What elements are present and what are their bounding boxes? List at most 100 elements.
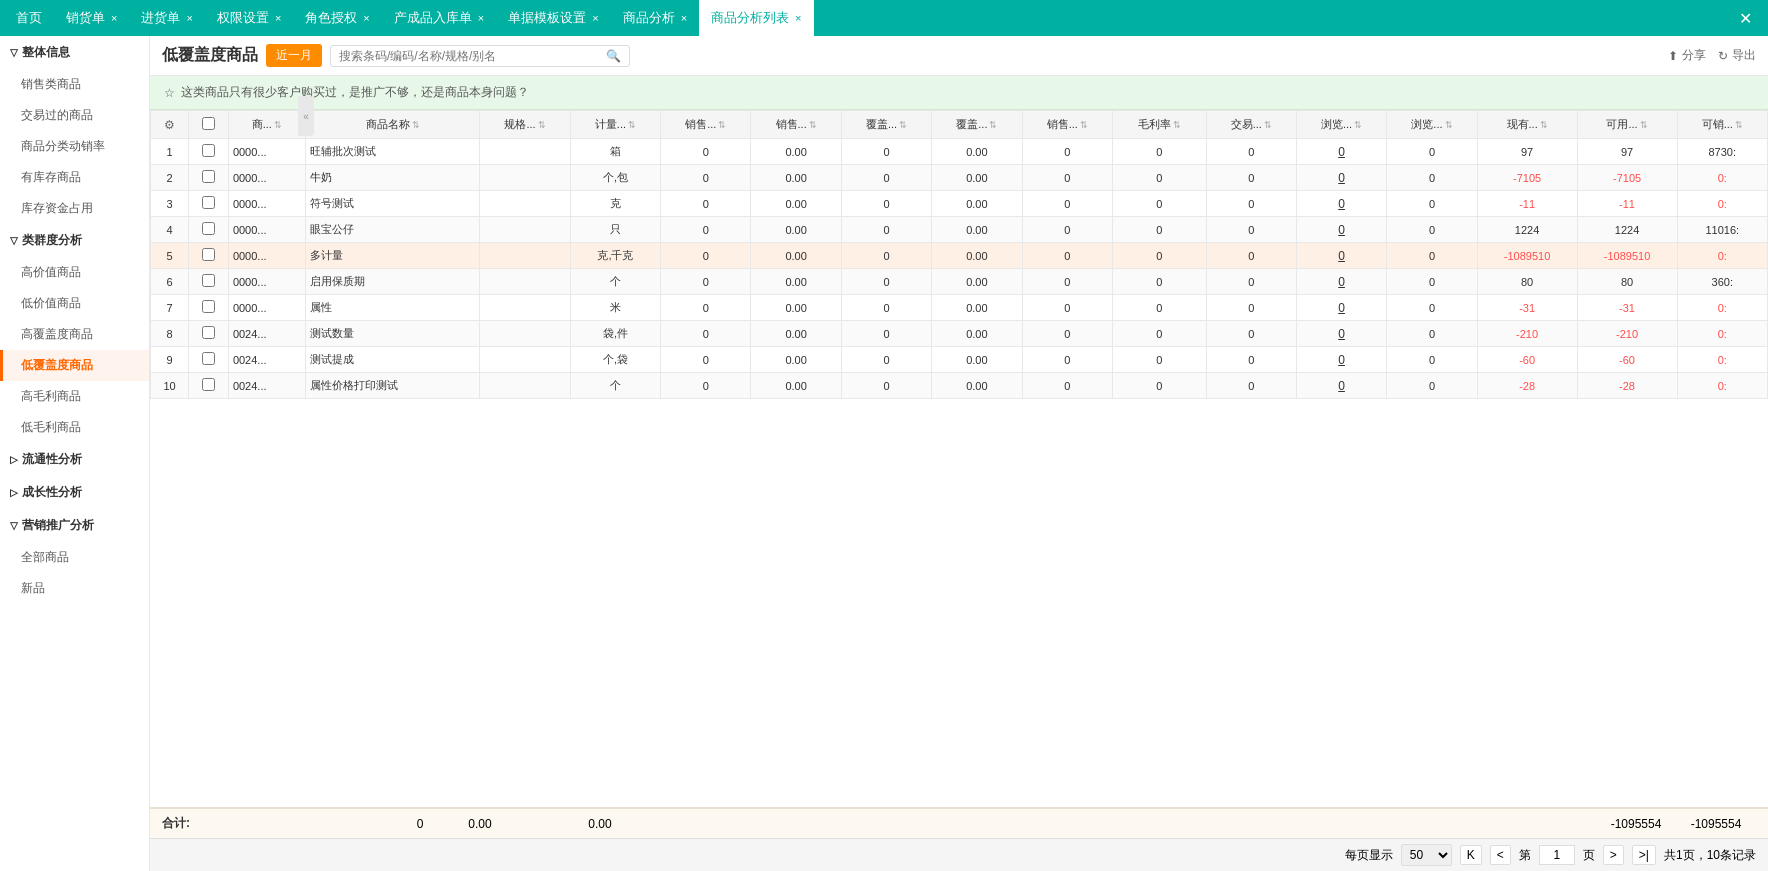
row-browse1[interactable]: 0	[1296, 321, 1386, 347]
sidebar-section-circulation[interactable]: ▷ 流通性分析	[0, 443, 149, 476]
row-sales-amt: 0.00	[751, 295, 841, 321]
search-icon[interactable]: 🔍	[606, 49, 621, 63]
row-checkbox[interactable]	[189, 373, 229, 399]
row-gross-margin: 0	[1112, 217, 1206, 243]
row-available: 80	[1577, 269, 1677, 295]
row-browse1[interactable]: 0	[1296, 295, 1386, 321]
close-icon[interactable]: ×	[111, 12, 117, 24]
select-all-checkbox[interactable]	[202, 117, 215, 130]
close-icon[interactable]: ×	[795, 12, 801, 24]
share-button[interactable]: ⬆ 分享	[1668, 47, 1706, 64]
row-name: 旺辅批次测试	[305, 139, 480, 165]
row-available: -7105	[1577, 165, 1677, 191]
row-checkbox[interactable]	[189, 321, 229, 347]
nav-tab-analysis-list[interactable]: 商品分析列表 ×	[699, 0, 813, 36]
row-gross-margin: 0	[1112, 269, 1206, 295]
export-label: 导出	[1732, 47, 1756, 64]
total-current-stock: -1095554	[1596, 817, 1676, 831]
row-coverage1: 0	[841, 165, 931, 191]
sidebar-item-high-value[interactable]: 高价值商品	[0, 257, 149, 288]
row-browse1[interactable]: 0	[1296, 191, 1386, 217]
row-sales-amt: 0.00	[751, 165, 841, 191]
row-checkbox[interactable]	[189, 165, 229, 191]
row-unit: 只	[570, 217, 660, 243]
nav-tab-template[interactable]: 单据模板设置 ×	[496, 0, 610, 36]
row-browse1[interactable]: 0	[1296, 165, 1386, 191]
row-checkbox[interactable]	[189, 269, 229, 295]
window-close-button[interactable]: ✕	[1727, 9, 1764, 28]
sidebar-item-high-profit[interactable]: 高毛利商品	[0, 381, 149, 412]
sidebar-item-all-goods[interactable]: 全部商品	[0, 542, 149, 573]
row-checkbox[interactable]	[189, 217, 229, 243]
nav-tab-sales[interactable]: 销货单 ×	[54, 0, 129, 36]
sidebar-collapse-button[interactable]: «	[298, 96, 314, 136]
period-button[interactable]: 近一月	[266, 44, 322, 67]
page-input[interactable]	[1539, 845, 1575, 865]
row-browse1[interactable]: 0	[1296, 139, 1386, 165]
sidebar-item-low-coverage[interactable]: 低覆盖度商品	[0, 350, 149, 381]
row-transaction: 0	[1206, 269, 1296, 295]
last-page-button[interactable]: >|	[1632, 845, 1656, 865]
close-icon[interactable]: ×	[681, 12, 687, 24]
row-transaction: 0	[1206, 165, 1296, 191]
sidebar-item-stock-capital[interactable]: 库存资金占用	[0, 193, 149, 224]
row-checkbox[interactable]	[189, 295, 229, 321]
close-icon[interactable]: ×	[363, 12, 369, 24]
row-spec	[480, 217, 570, 243]
nav-tab-role[interactable]: 角色授权 ×	[293, 0, 381, 36]
row-unit: 米	[570, 295, 660, 321]
row-browse1[interactable]: 0	[1296, 243, 1386, 269]
close-icon[interactable]: ×	[478, 12, 484, 24]
close-icon[interactable]: ×	[275, 12, 281, 24]
row-gross-margin: 0	[1112, 191, 1206, 217]
th-settings[interactable]: ⚙	[151, 111, 189, 139]
row-coverage2: 0.00	[932, 243, 1022, 269]
sidebar-item-low-profit[interactable]: 低毛利商品	[0, 412, 149, 443]
close-icon[interactable]: ×	[186, 12, 192, 24]
row-checkbox[interactable]	[189, 191, 229, 217]
sidebar-section-marketing[interactable]: ▽ 营销推广分析	[0, 509, 149, 542]
sidebar-section-cluster[interactable]: ▽ 类群度分析	[0, 224, 149, 257]
row-browse1[interactable]: 0	[1296, 347, 1386, 373]
close-icon[interactable]: ×	[592, 12, 598, 24]
row-current-stock: -60	[1477, 347, 1577, 373]
row-checkbox[interactable]	[189, 243, 229, 269]
export-button[interactable]: ↻ 导出	[1718, 47, 1756, 64]
nav-tab-analysis[interactable]: 商品分析 ×	[611, 0, 699, 36]
sidebar-item-sales-goods[interactable]: 销售类商品	[0, 69, 149, 100]
row-name: 多计量	[305, 243, 480, 269]
share-label: 分享	[1682, 47, 1706, 64]
row-sales3: 0	[1022, 165, 1112, 191]
row-sellable: 360:	[1677, 269, 1767, 295]
first-page-button[interactable]: K	[1460, 845, 1482, 865]
prev-page-button[interactable]: <	[1490, 845, 1511, 865]
sidebar-section-overall[interactable]: ▽ 整体信息	[0, 36, 149, 69]
row-available: 97	[1577, 139, 1677, 165]
nav-tab-production[interactable]: 产成品入库单 ×	[382, 0, 496, 36]
settings-icon[interactable]: ⚙	[164, 118, 175, 132]
row-checkbox[interactable]	[189, 139, 229, 165]
sidebar-item-category-rate[interactable]: 商品分类动销率	[0, 131, 149, 162]
page-prefix-label: 第	[1519, 847, 1531, 864]
row-coverage1: 0	[841, 139, 931, 165]
row-browse2: 0	[1387, 243, 1477, 269]
row-browse2: 0	[1387, 191, 1477, 217]
export-icon: ↻	[1718, 49, 1728, 63]
sidebar-item-traded-goods[interactable]: 交易过的商品	[0, 100, 149, 131]
sidebar-item-high-coverage[interactable]: 高覆盖度商品	[0, 319, 149, 350]
nav-tab-home[interactable]: 首页	[4, 0, 54, 36]
row-browse1[interactable]: 0	[1296, 373, 1386, 399]
row-no: 8	[151, 321, 189, 347]
search-input[interactable]	[339, 49, 602, 63]
sidebar-item-new-goods[interactable]: 新品	[0, 573, 149, 604]
nav-tab-purchase[interactable]: 进货单 ×	[129, 0, 204, 36]
row-browse1[interactable]: 0	[1296, 269, 1386, 295]
sidebar-section-growth[interactable]: ▷ 成长性分析	[0, 476, 149, 509]
row-browse1[interactable]: 0	[1296, 217, 1386, 243]
row-checkbox[interactable]	[189, 347, 229, 373]
nav-tab-permission[interactable]: 权限设置 ×	[205, 0, 293, 36]
sidebar-item-low-value[interactable]: 低价值商品	[0, 288, 149, 319]
per-page-select[interactable]: 50 10 20 100	[1401, 844, 1452, 866]
sidebar-item-in-stock[interactable]: 有库存商品	[0, 162, 149, 193]
next-page-button[interactable]: >	[1603, 845, 1624, 865]
